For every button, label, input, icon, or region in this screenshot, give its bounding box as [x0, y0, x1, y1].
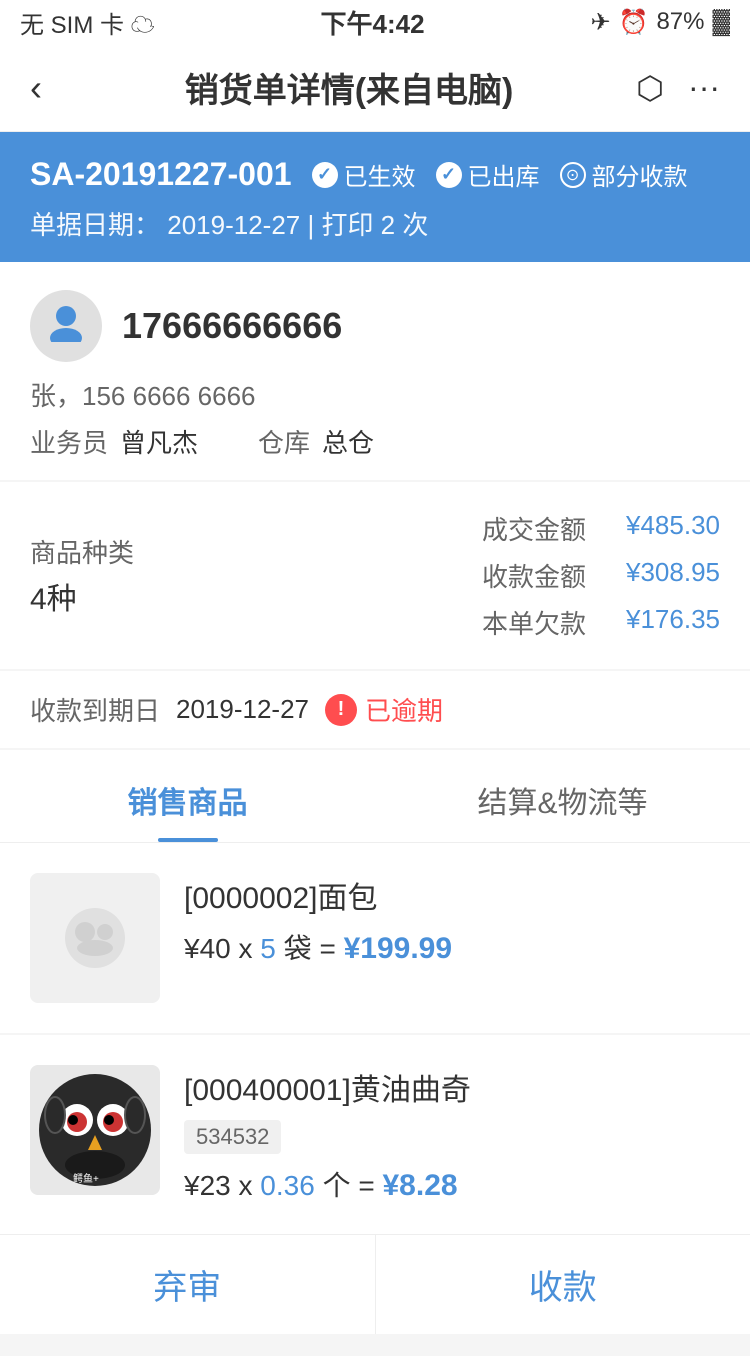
amount-value: ¥485.30	[626, 510, 720, 547]
product-tag-2: 534532	[184, 1119, 720, 1154]
tab-settlement[interactable]: 结算&物流等	[375, 750, 750, 842]
received-label: 收款金额	[482, 557, 586, 594]
status-left: 无 SIM 卡 ☁	[20, 5, 155, 40]
amount-row: 成交金额 ¥485.30	[482, 510, 720, 547]
page-title: 销货单详情(来自电脑)	[62, 63, 636, 112]
customer-section: 17666666666 张，156 6666 6666 业务员 曾凡杰 仓库 总…	[0, 262, 750, 480]
collect-payment-button[interactable]: 收款	[376, 1235, 750, 1334]
signal-text: 无 SIM 卡 ☁	[20, 5, 155, 40]
price-eq-1: =	[319, 933, 343, 964]
due-label: 收款到期日	[30, 691, 160, 728]
stats-section: 商品种类 4种 成交金额 ¥485.30 收款金额 ¥308.95 本单欠款 ¥…	[0, 482, 750, 669]
product-price-2: ¥23 x 0.36 个 = ¥8.28	[184, 1164, 720, 1204]
table-row: [0000002]面包 ¥40 x 5 袋 = ¥199.99	[0, 843, 750, 1033]
warehouse-value: 总仓	[322, 423, 374, 460]
check-icon-2: ✓	[436, 162, 462, 188]
total-1: ¥199.99	[344, 932, 452, 965]
overdue-text: 已逾期	[365, 691, 443, 728]
location-icon: ✈	[590, 8, 610, 37]
product-image-1	[30, 873, 160, 1003]
tabs-section: 销售商品 结算&物流等	[0, 750, 750, 843]
quantity-1: 5	[260, 933, 276, 964]
date-label: 单据日期：	[30, 210, 160, 240]
table-row: 鳄鱼+ [000400001]黄油曲奇 534532 ¥23 x 0.36 个 …	[0, 1035, 750, 1234]
warehouse-label: 仓库	[258, 423, 310, 460]
bottom-bar: 弃审 收款	[0, 1234, 750, 1334]
user-icon	[45, 300, 87, 352]
product-list: [0000002]面包 ¥40 x 5 袋 = ¥199.99	[0, 843, 750, 1234]
status-time: 下午4:42	[321, 4, 425, 41]
more-icon[interactable]: ···	[688, 69, 720, 106]
overdue-badge: ! 已逾期	[325, 691, 443, 728]
product-price-1: ¥40 x 5 袋 = ¥199.99	[184, 927, 720, 967]
unit-1: 袋	[284, 933, 312, 964]
nav-actions: ⬡ ···	[636, 69, 720, 107]
order-header: SA-20191227-001 ✓ 已生效 ✓ 已出库 ⊙ 部分收款 单据日期：…	[0, 132, 750, 262]
unit-2: 个	[323, 1170, 351, 1201]
owed-label: 本单欠款	[482, 604, 586, 641]
avatar	[30, 290, 102, 362]
due-section: 收款到期日 2019-12-27 ! 已逾期	[0, 671, 750, 748]
order-header-top: SA-20191227-001 ✓ 已生效 ✓ 已出库 ⊙ 部分收款	[30, 156, 720, 193]
overdue-icon: !	[325, 694, 357, 726]
owed-value: ¥176.35	[626, 604, 720, 641]
salesman-item: 业务员 曾凡杰	[30, 423, 198, 460]
product-name-2: [000400001]黄油曲奇	[184, 1065, 720, 1109]
cancel-review-button[interactable]: 弃审	[0, 1235, 376, 1334]
price-x-2: x	[239, 1170, 261, 1201]
product-info-2: [000400001]黄油曲奇 534532 ¥23 x 0.36 个 = ¥8…	[184, 1065, 720, 1204]
types-value: 4种	[30, 574, 134, 618]
back-button[interactable]: ‹	[30, 57, 62, 119]
customer-row: 17666666666	[30, 290, 720, 362]
customer-meta: 业务员 曾凡杰 仓库 总仓	[30, 423, 720, 460]
badge-partial-payment: ⊙ 部分收款	[560, 157, 688, 192]
amount-label: 成交金额	[482, 510, 586, 547]
types-label: 商品种类	[30, 533, 134, 570]
stats-types: 商品种类 4种	[30, 510, 134, 641]
customer-detail: 张，156 6666 6666	[30, 376, 720, 413]
battery-icon: ▓	[712, 8, 730, 36]
badge-shipped: ✓ 已出库	[436, 157, 540, 192]
price-eq-2: =	[358, 1170, 382, 1201]
customer-phone: 17666666666	[122, 305, 342, 347]
date-value: 2019-12-27	[167, 210, 300, 240]
tab-sales-products[interactable]: 销售商品	[0, 750, 375, 842]
print-info: | 打印 2 次	[307, 210, 428, 240]
stats-amounts: 成交金额 ¥485.30 收款金额 ¥308.95 本单欠款 ¥176.35	[482, 510, 720, 641]
price-base-1: ¥40	[184, 933, 231, 964]
badge-effective: ✓ 已生效	[312, 157, 416, 192]
owl-placeholder: 鳄鱼+	[30, 1065, 160, 1195]
status-bar: 无 SIM 卡 ☁ 下午4:42 ✈ ⏰ 87% ▓	[0, 0, 750, 44]
svg-text:鳄鱼+: 鳄鱼+	[73, 1172, 99, 1185]
total-2: ¥8.28	[383, 1169, 458, 1202]
clock-icon: ⊙	[560, 162, 586, 188]
order-id: SA-20191227-001	[30, 156, 292, 193]
battery-text: 87%	[656, 8, 704, 36]
check-icon-1: ✓	[312, 162, 338, 188]
product-name-1: [0000002]面包	[184, 873, 720, 917]
due-date: 2019-12-27	[176, 694, 309, 725]
nav-bar: ‹ 销货单详情(来自电脑) ⬡ ···	[0, 44, 750, 132]
received-value: ¥308.95	[626, 557, 720, 594]
quantity-2: 0.36	[260, 1170, 315, 1201]
warehouse-item: 仓库 总仓	[258, 423, 374, 460]
salesman-label: 业务员	[30, 423, 108, 460]
share-icon[interactable]: ⬡	[636, 69, 664, 107]
price-x-1: x	[239, 933, 261, 964]
product-image-2: 鳄鱼+	[30, 1065, 160, 1195]
received-row: 收款金额 ¥308.95	[482, 557, 720, 594]
owed-row: 本单欠款 ¥176.35	[482, 604, 720, 641]
salesman-value: 曾凡杰	[120, 423, 198, 460]
product-info-1: [0000002]面包 ¥40 x 5 袋 = ¥199.99	[184, 873, 720, 967]
price-base-2: ¥23	[184, 1170, 231, 1201]
status-right: ✈ ⏰ 87% ▓	[590, 8, 730, 37]
alarm-icon: ⏰	[619, 8, 649, 37]
order-date: 单据日期： 2019-12-27 | 打印 2 次	[30, 205, 720, 242]
bread-placeholder	[30, 873, 160, 1003]
